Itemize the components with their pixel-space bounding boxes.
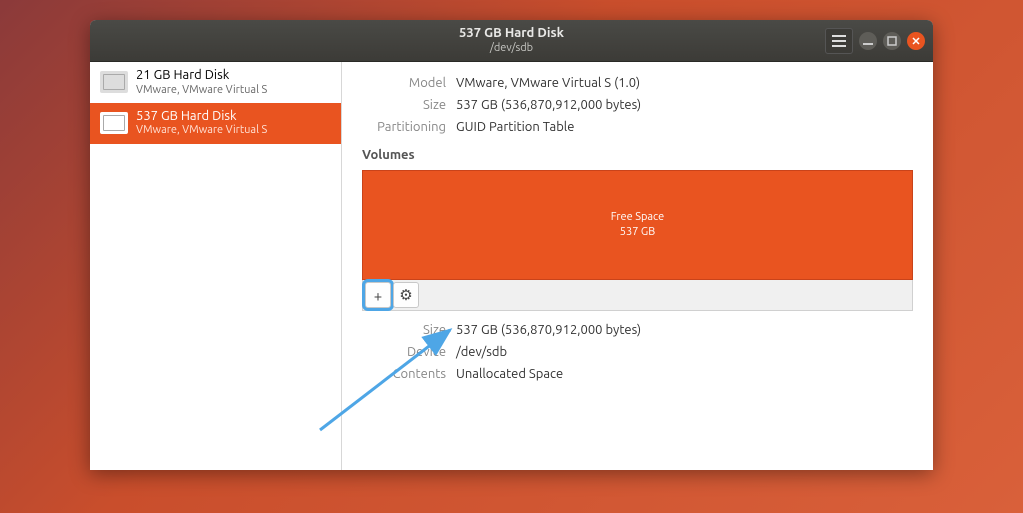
titlebar: 537 GB Hard Disk /dev/sdb xyxy=(90,20,933,62)
model-value: VMware, VMware Virtual S (1.0) xyxy=(456,76,640,90)
app-menu-button[interactable] xyxy=(825,28,853,54)
hard-disk-icon xyxy=(100,112,128,134)
plus-icon: + xyxy=(374,287,382,304)
model-label: Model xyxy=(362,76,446,90)
vol-size-label: Size xyxy=(362,323,446,337)
info-row-size: Size 537 GB (536,870,912,000 bytes) xyxy=(362,98,913,112)
partitioning-label: Partitioning xyxy=(362,120,446,134)
disk-title: 21 GB Hard Disk xyxy=(136,68,267,84)
close-button[interactable] xyxy=(907,32,925,50)
gear-icon: ⚙ xyxy=(399,286,412,304)
disk-subtitle: VMware, VMware Virtual S xyxy=(136,84,267,97)
volume-options-button[interactable]: ⚙ xyxy=(393,282,419,308)
volume-block-size: 537 GB xyxy=(620,225,655,240)
disk-subtitle: VMware, VMware Virtual S xyxy=(136,124,267,137)
info-row-partitioning: Partitioning GUID Partition Table xyxy=(362,120,913,134)
vol-info-row-contents: Contents Unallocated Space xyxy=(362,367,913,381)
volume-block-title: Free Space xyxy=(611,210,664,225)
titlebar-controls xyxy=(825,28,925,54)
vol-device-value: /dev/sdb xyxy=(456,345,507,359)
window-subtitle: /dev/sdb xyxy=(459,42,564,55)
partitioning-value: GUID Partition Table xyxy=(456,120,574,134)
volume-toolbar: + ⚙ xyxy=(362,280,913,311)
volume-free-space-block[interactable]: Free Space 537 GB xyxy=(362,170,913,280)
vol-info-row-device: Device /dev/sdb xyxy=(362,345,913,359)
window-title: 537 GB Hard Disk xyxy=(459,26,564,42)
create-partition-button[interactable]: + xyxy=(365,282,391,308)
disk-item-1[interactable]: 537 GB Hard Disk VMware, VMware Virtual … xyxy=(90,103,341,144)
disks-window: 537 GB Hard Disk /dev/sdb 21 GB Hard Di xyxy=(90,20,933,470)
vol-info-row-size: Size 537 GB (536,870,912,000 bytes) xyxy=(362,323,913,337)
size-value: 537 GB (536,870,912,000 bytes) xyxy=(456,98,641,112)
info-row-model: Model VMware, VMware Virtual S (1.0) xyxy=(362,76,913,90)
vol-size-value: 537 GB (536,870,912,000 bytes) xyxy=(456,323,641,337)
content-area: 21 GB Hard Disk VMware, VMware Virtual S… xyxy=(90,62,933,470)
hard-disk-icon xyxy=(100,71,128,93)
disk-list-sidebar: 21 GB Hard Disk VMware, VMware Virtual S… xyxy=(90,62,342,470)
maximize-button[interactable] xyxy=(883,32,901,50)
vol-device-label: Device xyxy=(362,345,446,359)
size-label: Size xyxy=(362,98,446,112)
titlebar-center: 537 GB Hard Disk /dev/sdb xyxy=(459,26,564,55)
disk-item-0[interactable]: 21 GB Hard Disk VMware, VMware Virtual S xyxy=(90,62,341,103)
vol-contents-value: Unallocated Space xyxy=(456,367,563,381)
disk-title: 537 GB Hard Disk xyxy=(136,109,267,125)
main-panel: Model VMware, VMware Virtual S (1.0) Siz… xyxy=(342,62,933,470)
volumes-heading: Volumes xyxy=(362,148,913,162)
vol-contents-label: Contents xyxy=(362,367,446,381)
minimize-button[interactable] xyxy=(859,32,877,50)
